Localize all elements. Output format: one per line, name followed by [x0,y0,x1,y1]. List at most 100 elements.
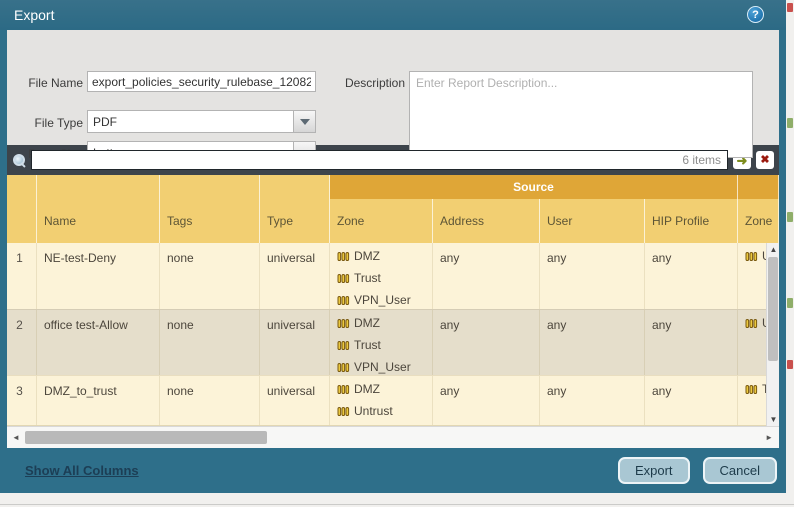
page-behind-fragment [787,212,793,222]
rules-table: Name Tags Type Source Zone Address User … [7,175,779,448]
zone-icon [745,317,758,329]
dialog-content: File Name File Type PDF Page Size Letter… [7,30,779,448]
filter-bar: 6 items ➜ ✖ [7,145,779,175]
cell-user: any [540,243,645,309]
zone-icon [337,317,350,329]
dialog-title: Export [14,7,54,23]
page-behind-fragment [787,298,793,308]
cell-address: any [433,376,540,425]
column-header-zone[interactable]: Zone [330,199,433,243]
scroll-left-arrow-icon[interactable]: ◄ [12,433,20,442]
table-row[interactable]: 1 NE-test-Deny none universal DMZ Trust … [7,243,779,309]
horizontal-scrollbar[interactable]: ◄ ► [7,426,779,448]
row-number: 3 [7,376,37,425]
description-textarea[interactable] [409,71,753,158]
column-header-name[interactable]: Name [37,175,160,243]
zone-name: Trust [354,271,381,285]
chevron-down-icon [300,119,310,125]
zone-name: DMZ [354,249,380,263]
search-icon [13,154,25,166]
destination-group-header [738,175,779,199]
column-header-address[interactable]: Address [433,199,540,243]
destination-column-group: Zone [738,175,779,243]
column-header-type[interactable]: Type [260,175,330,243]
zone-icon [337,294,350,306]
cell-address: any [433,243,540,309]
row-number: 2 [7,310,37,375]
cell-name: office test-Allow [37,310,160,375]
table-row[interactable]: 3 DMZ_to_trust none universal DMZ Untrus… [7,375,779,426]
scroll-down-arrow-icon[interactable]: ▼ [767,415,780,424]
cell-hip-profile: any [645,376,738,425]
cell-user: any [540,376,645,425]
zone-icon [337,361,350,373]
source-group-header: Source [330,175,738,199]
row-number: 1 [7,243,37,309]
cell-hip-profile: any [645,310,738,375]
table-row[interactable]: 2 office test-Allow none universal DMZ T… [7,309,779,375]
file-type-label: File Type [7,116,83,130]
horizontal-scrollbar-thumb[interactable] [25,431,267,444]
file-name-input[interactable] [87,71,316,92]
background-page-bottom [0,493,794,507]
zone-icon [337,405,350,417]
column-header-tags[interactable]: Tags [160,175,260,243]
zone-icon [337,250,350,262]
cell-source-zones: DMZ Untrust [330,376,433,425]
zone-name: DMZ [354,316,380,330]
export-form: File Name File Type PDF Page Size Letter… [7,30,779,145]
zone-name: Untrust [354,404,393,418]
cell-name: NE-test-Deny [37,243,160,309]
zone-name: Trust [354,338,381,352]
file-type-select[interactable]: PDF [87,110,316,133]
column-header-dest-zone[interactable]: Zone [738,199,779,243]
zone-icon [337,339,350,351]
zone-icon [337,383,350,395]
search-input[interactable] [31,150,728,170]
background-page-strip [786,0,794,493]
zone-icon [745,250,758,262]
cell-type: universal [260,243,330,309]
scroll-up-arrow-icon[interactable]: ▲ [767,245,780,254]
source-column-group: Source Zone Address User HIP Profile [330,175,738,243]
column-header-number[interactable] [7,175,37,243]
zone-name: VPN_User [354,360,411,374]
cell-source-zones: DMZ Trust VPN_User [330,310,433,375]
export-button[interactable]: Export [618,457,690,484]
column-header-user[interactable]: User [540,199,645,243]
file-type-value: PDF [88,115,293,129]
zone-icon [337,272,350,284]
scroll-right-arrow-icon[interactable]: ► [765,433,773,442]
cell-name: DMZ_to_trust [37,376,160,425]
zone-name: VPN_User [354,293,411,307]
cell-source-zones: DMZ Trust VPN_User [330,243,433,309]
zone-icon [745,383,758,395]
dialog-footer: Show All Columns Export Cancel [0,448,786,493]
vertical-scrollbar-thumb[interactable] [768,257,778,361]
column-header-hip-profile[interactable]: HIP Profile [645,199,738,243]
items-count: 6 items [682,153,721,167]
export-dialog: Export ? File Name File Type PDF Page Si… [0,0,786,493]
dialog-titlebar: Export ? [0,0,786,30]
page-behind-fragment [787,3,793,12]
cell-hip-profile: any [645,243,738,309]
cell-user: any [540,310,645,375]
cell-type: universal [260,376,330,425]
file-name-label: File Name [7,76,83,90]
show-all-columns-link[interactable]: Show All Columns [25,463,139,478]
cell-address: any [433,310,540,375]
clear-filter-button[interactable]: ✖ [756,151,774,169]
zone-name: DMZ [354,382,380,396]
file-type-dropdown-button[interactable] [293,111,315,132]
page-behind-fragment [787,118,793,128]
page-behind-fragment [787,360,793,369]
vertical-scrollbar[interactable]: ▲ ▼ [766,243,779,426]
cell-tags: none [160,243,260,309]
help-icon[interactable]: ? [747,6,764,23]
cell-tags: none [160,310,260,375]
description-label: Description [343,76,405,90]
table-header: Name Tags Type Source Zone Address User … [7,175,779,243]
cancel-button[interactable]: Cancel [703,457,777,484]
cell-type: universal [260,310,330,375]
cell-tags: none [160,376,260,425]
